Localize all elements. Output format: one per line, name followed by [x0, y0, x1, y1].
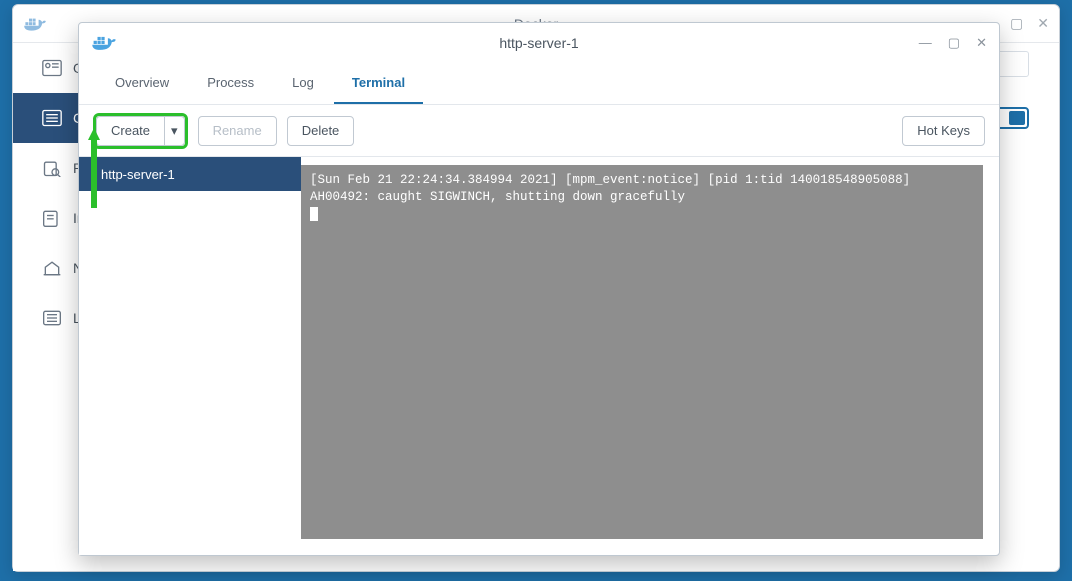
container-details-window: http-server-1 — ▢ ✕ Overview Process Log…: [78, 22, 1000, 556]
terminal-output[interactable]: [Sun Feb 21 22:24:34.384994 2021] [mpm_e…: [301, 165, 983, 539]
minimize-icon[interactable]: —: [919, 35, 932, 51]
registry-icon: [41, 159, 63, 177]
terminal-toolbar: Create ▾ Rename Delete Hot Keys: [79, 105, 999, 157]
create-button-highlight: Create ▾: [93, 113, 188, 149]
maximize-icon[interactable]: ▢: [948, 35, 960, 51]
modal-title: http-server-1: [499, 35, 578, 51]
docker-logo-icon: [91, 33, 117, 53]
overview-icon: [41, 59, 63, 77]
terminal-session-item[interactable]: http-server-1: [79, 157, 301, 191]
terminal-content: http-server-1 [Sun Feb 21 22:24:34.38499…: [79, 157, 999, 555]
log-icon: [41, 309, 63, 327]
tab-bar: Overview Process Log Terminal: [79, 63, 999, 105]
tab-terminal[interactable]: Terminal: [334, 63, 423, 104]
tab-overview[interactable]: Overview: [97, 63, 187, 104]
rename-button[interactable]: Rename: [198, 116, 277, 146]
close-icon[interactable]: ✕: [976, 35, 987, 51]
image-icon: [41, 209, 63, 227]
modal-window-controls: — ▢ ✕: [919, 35, 987, 51]
terminal-cursor: [310, 207, 318, 221]
delete-button[interactable]: Delete: [287, 116, 355, 146]
docker-logo-icon: [23, 15, 47, 33]
terminal-session-list: http-server-1: [79, 157, 301, 555]
create-dropdown-button[interactable]: ▾: [164, 116, 185, 146]
create-button[interactable]: Create: [96, 116, 164, 146]
modal-titlebar: http-server-1 — ▢ ✕: [79, 23, 999, 63]
network-icon: [41, 259, 63, 277]
close-icon[interactable]: ✕: [1037, 15, 1049, 32]
maximize-icon[interactable]: ▢: [1010, 15, 1023, 32]
hotkeys-button[interactable]: Hot Keys: [902, 116, 985, 146]
container-icon: [41, 109, 63, 127]
terminal-text: [Sun Feb 21 22:24:34.384994 2021] [mpm_e…: [310, 173, 918, 204]
chevron-down-icon: ▾: [171, 123, 178, 139]
tab-log[interactable]: Log: [274, 63, 332, 104]
tab-process[interactable]: Process: [189, 63, 272, 104]
